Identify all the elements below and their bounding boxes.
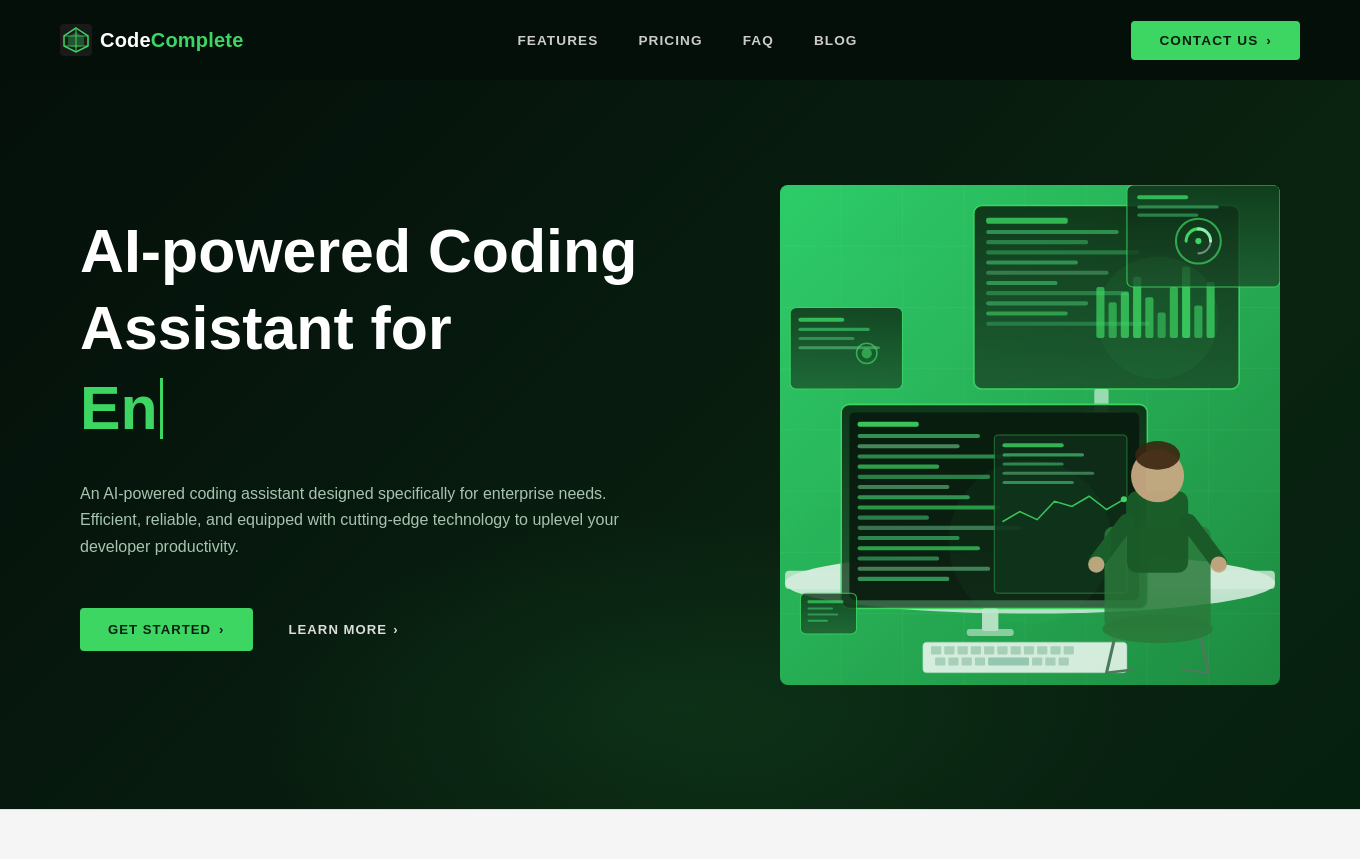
contact-us-button[interactable]: CONTACT US › xyxy=(1131,21,1300,60)
svg-point-108 xyxy=(1135,441,1180,470)
svg-rect-24 xyxy=(986,240,1088,244)
svg-rect-66 xyxy=(858,536,960,540)
nav-faq[interactable]: FAQ xyxy=(743,33,774,48)
svg-rect-48 xyxy=(1137,213,1198,216)
svg-rect-62 xyxy=(858,495,970,499)
svg-point-77 xyxy=(1121,496,1127,502)
svg-rect-97 xyxy=(1032,657,1042,665)
svg-rect-121 xyxy=(808,600,844,603)
nav-blog[interactable]: BLOG xyxy=(814,33,858,48)
svg-rect-85 xyxy=(984,646,994,654)
svg-rect-68 xyxy=(858,556,940,560)
bottom-strip xyxy=(0,809,1360,859)
hero-title-line2: Assistant for xyxy=(80,295,740,362)
svg-rect-87 xyxy=(1011,646,1021,654)
svg-rect-122 xyxy=(808,607,834,609)
svg-rect-28 xyxy=(986,280,1057,284)
hero-illustration-svg xyxy=(780,185,1280,685)
svg-rect-60 xyxy=(858,474,991,478)
svg-rect-22 xyxy=(986,217,1068,223)
svg-rect-61 xyxy=(858,485,950,489)
svg-rect-55 xyxy=(858,421,919,426)
nav-pricing[interactable]: PRICING xyxy=(638,33,702,48)
svg-rect-120 xyxy=(800,593,856,634)
svg-rect-114 xyxy=(798,317,844,321)
get-started-button[interactable]: GET STARTED › xyxy=(80,608,253,651)
svg-rect-70 xyxy=(858,576,950,580)
logo-text: CodeComplete xyxy=(100,29,244,52)
svg-rect-23 xyxy=(986,229,1119,233)
contact-chevron-icon: › xyxy=(1266,33,1272,48)
svg-rect-25 xyxy=(986,250,1139,254)
nav-links: FEATURES PRICING FAQ BLOG xyxy=(517,31,857,49)
learn-more-button[interactable]: LEARN MORE › xyxy=(285,608,403,651)
svg-rect-94 xyxy=(962,657,972,665)
svg-rect-46 xyxy=(1137,195,1188,199)
svg-point-126 xyxy=(948,460,1111,623)
svg-rect-30 xyxy=(986,301,1088,305)
svg-rect-123 xyxy=(808,613,839,615)
svg-rect-90 xyxy=(1050,646,1060,654)
svg-rect-31 xyxy=(986,311,1068,315)
hero-section: AI-powered Coding Assistant for En An AI… xyxy=(0,80,1360,809)
svg-rect-57 xyxy=(858,444,960,448)
svg-point-105 xyxy=(1102,614,1212,643)
logo-icon xyxy=(60,24,92,56)
svg-rect-91 xyxy=(1064,646,1074,654)
hero-actions: GET STARTED › LEARN MORE › xyxy=(80,608,740,651)
svg-rect-89 xyxy=(1037,646,1047,654)
svg-rect-95 xyxy=(975,657,985,665)
hero-title-line1: AI-powered Coding xyxy=(80,218,740,285)
svg-rect-64 xyxy=(858,515,929,519)
svg-rect-84 xyxy=(971,646,981,654)
svg-rect-93 xyxy=(948,657,958,665)
svg-rect-83 xyxy=(958,646,968,654)
svg-rect-56 xyxy=(858,433,980,437)
svg-point-119 xyxy=(862,348,872,358)
svg-rect-96 xyxy=(988,657,1029,665)
svg-rect-86 xyxy=(997,646,1007,654)
svg-rect-106 xyxy=(1127,491,1188,573)
svg-rect-124 xyxy=(808,619,828,621)
svg-rect-92 xyxy=(935,657,945,665)
hero-content: AI-powered Coding Assistant for En An AI… xyxy=(80,218,740,651)
navigation: CodeComplete FEATURES PRICING FAQ BLOG C… xyxy=(0,0,1360,80)
hero-description: An AI-powered coding assistant designed … xyxy=(80,481,660,560)
svg-rect-88 xyxy=(1024,646,1034,654)
svg-rect-98 xyxy=(1045,657,1055,665)
svg-point-112 xyxy=(1211,556,1227,572)
learn-more-chevron-icon: › xyxy=(393,622,398,637)
svg-rect-79 xyxy=(967,628,1014,635)
hero-image xyxy=(780,185,1280,685)
typing-cursor xyxy=(160,378,163,439)
logo[interactable]: CodeComplete xyxy=(60,24,244,56)
svg-rect-47 xyxy=(1137,205,1219,208)
svg-rect-99 xyxy=(1059,657,1069,665)
svg-rect-115 xyxy=(798,327,869,330)
svg-rect-82 xyxy=(944,646,954,654)
svg-rect-59 xyxy=(858,464,940,468)
hero-typed-text: En xyxy=(80,372,740,445)
svg-rect-116 xyxy=(798,337,854,340)
svg-rect-81 xyxy=(931,646,941,654)
nav-features[interactable]: FEATURES xyxy=(517,33,598,48)
hero-illustration xyxy=(780,185,1280,685)
svg-point-125 xyxy=(1096,256,1218,378)
svg-point-50 xyxy=(1195,238,1201,244)
svg-rect-73 xyxy=(1002,453,1084,456)
svg-rect-26 xyxy=(986,260,1078,264)
svg-rect-72 xyxy=(1002,443,1063,447)
svg-rect-58 xyxy=(858,454,1011,458)
svg-rect-27 xyxy=(986,270,1108,274)
get-started-chevron-icon: › xyxy=(219,622,224,637)
